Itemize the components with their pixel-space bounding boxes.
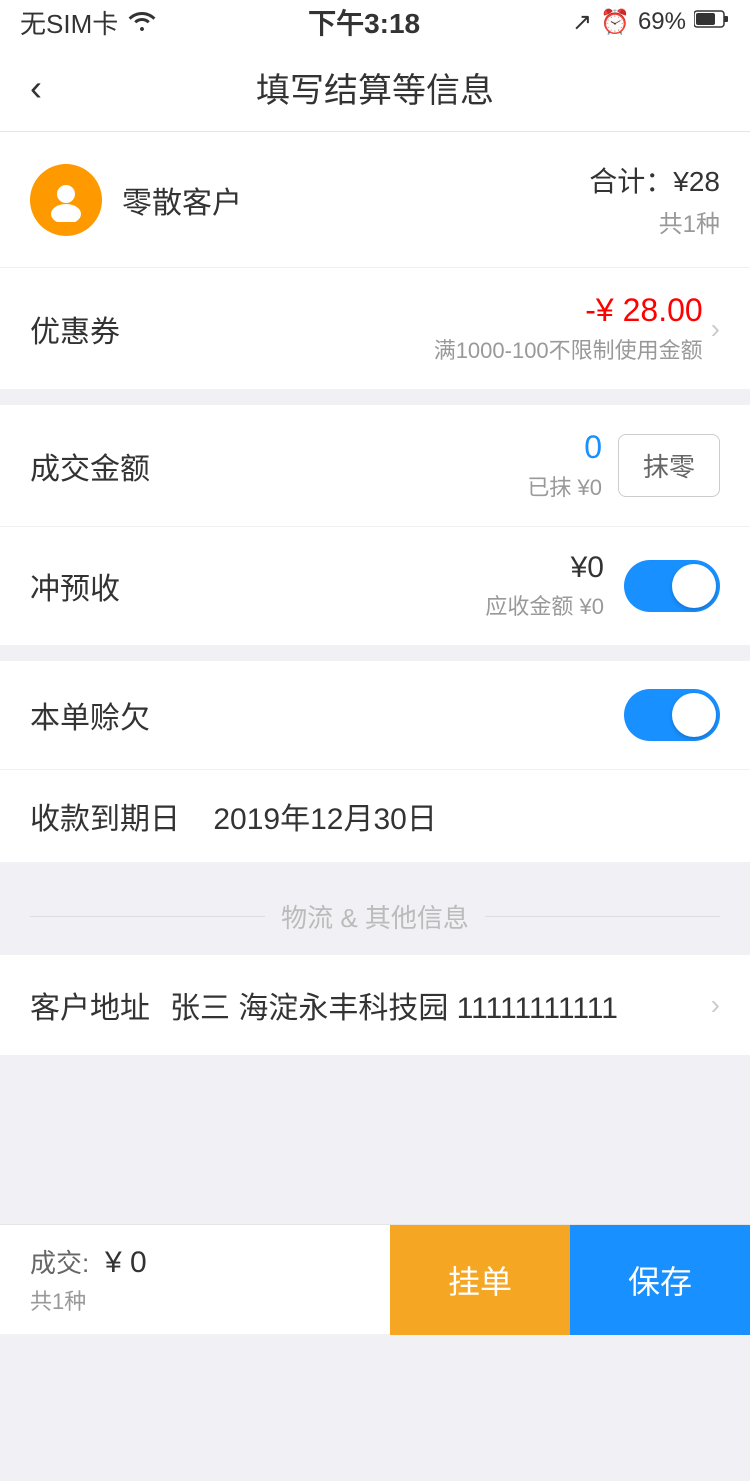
coupon-discount: -¥ 28.00 (434, 292, 703, 329)
toggle-knob (672, 564, 716, 608)
nav-bar: ‹ 填写结算等信息 (0, 44, 750, 132)
bottom-deal-amount: ¥ 0 (105, 1246, 147, 1279)
save-button[interactable]: 保存 (570, 1225, 750, 1335)
customer-name: 零散客户 (122, 178, 242, 222)
amount-col: 0 已抹 ¥0 (527, 429, 602, 502)
debt-section: 本单赊欠 收款到期日 2019年12月30日 (0, 661, 750, 862)
prereceive-amount-col: ¥0 应收金额 ¥0 (485, 551, 604, 621)
debt-label: 本单赊欠 (30, 693, 150, 737)
customer-row: 零散客户 合计：¥28 共1种 (0, 132, 750, 267)
prereceive-label: 冲预收 (30, 564, 120, 608)
bottom-count: 共1种 (30, 1284, 360, 1316)
prereceive-amount-value: ¥0 (485, 551, 604, 585)
prereceive-toggle[interactable] (624, 560, 720, 612)
coupon-desc: 满1000-100不限制使用金额 (434, 333, 703, 365)
customer-count: 共1种 (589, 204, 720, 239)
logistics-line-right (485, 916, 720, 917)
duedate-label: 收款到期日 (30, 803, 180, 836)
customer-right: 合计：¥28 共1种 (589, 160, 720, 239)
battery-icon (694, 8, 730, 36)
logistics-divider: 物流 & 其他信息 (0, 878, 750, 955)
logistics-label: 物流 & 其他信息 (281, 898, 469, 935)
bottom-deal-label: 成交: (30, 1248, 89, 1278)
duedate-row: 收款到期日 2019年12月30日 (0, 769, 750, 862)
address-label: 客户地址 (30, 983, 150, 1027)
address-chevron-icon: › (711, 989, 720, 1021)
amount-value: 0 (527, 429, 602, 466)
prereceive-right: ¥0 应收金额 ¥0 (485, 551, 720, 621)
prereceive-sub: 应收金额 ¥0 (485, 589, 604, 621)
battery-text: 69% (638, 8, 686, 36)
address-row[interactable]: 客户地址 张三 海淀永丰科技园 11111111111 › (0, 955, 750, 1055)
prereceive-row: 冲预收 ¥0 应收金额 ¥0 (0, 526, 750, 645)
logistics-lines: 物流 & 其他信息 (30, 898, 720, 935)
amount-sub: 已抹 ¥0 (527, 470, 602, 502)
amount-label: 成交金额 (30, 444, 150, 488)
hang-button[interactable]: 挂单 (390, 1225, 570, 1335)
customer-left: 零散客户 (30, 164, 242, 236)
alarm-icon: ⏰ (600, 8, 630, 37)
debt-row: 本单赊欠 (0, 661, 750, 769)
carrier-text: 无SIM卡 (20, 4, 118, 41)
customer-total: 合计：¥28 (589, 160, 720, 200)
coupon-row[interactable]: 优惠券 -¥ 28.00 满1000-100不限制使用金额 › (0, 267, 750, 389)
round-button[interactable]: 抹零 (618, 434, 720, 497)
bottom-deal-row: 成交: ¥ 0 (30, 1243, 360, 1280)
status-left: 无SIM卡 (20, 4, 156, 41)
back-button[interactable]: ‹ (30, 67, 90, 109)
status-bar: 无SIM卡 下午3:18 ↗ ⏰ 69% (0, 0, 750, 44)
amount-row: 成交金额 0 已抹 ¥0 抹零 (0, 405, 750, 526)
coupon-right: -¥ 28.00 满1000-100不限制使用金额 › (434, 292, 720, 365)
debt-toggle-knob (672, 693, 716, 737)
customer-avatar (30, 164, 102, 236)
status-right: ↗ ⏰ 69% (572, 8, 730, 37)
coupon-chevron-icon: › (711, 313, 720, 345)
address-value: 张三 海淀永丰科技园 11111111111 (170, 983, 711, 1027)
amount-right: 0 已抹 ¥0 抹零 (527, 429, 720, 502)
coupon-label: 优惠券 (30, 307, 120, 351)
location-icon: ↗ (572, 8, 592, 37)
bottom-bar: 成交: ¥ 0 共1种 挂单 保存 (0, 1224, 750, 1334)
duedate-content: 收款到期日 2019年12月30日 (30, 803, 437, 836)
wifi-icon (128, 7, 156, 38)
status-time: 下午3:18 (308, 2, 420, 42)
customer-section: 零散客户 合计：¥28 共1种 优惠券 -¥ 28.00 满1000-100不限… (0, 132, 750, 389)
duedate-value: 2019年12月30日 (213, 803, 436, 836)
page-title: 填写结算等信息 (90, 63, 660, 112)
amount-section: 成交金额 0 已抹 ¥0 抹零 冲预收 ¥0 应收金额 ¥0 (0, 405, 750, 645)
bottom-info: 成交: ¥ 0 共1种 (0, 1243, 390, 1316)
debt-toggle[interactable] (624, 689, 720, 741)
logistics-line-left (30, 916, 265, 917)
